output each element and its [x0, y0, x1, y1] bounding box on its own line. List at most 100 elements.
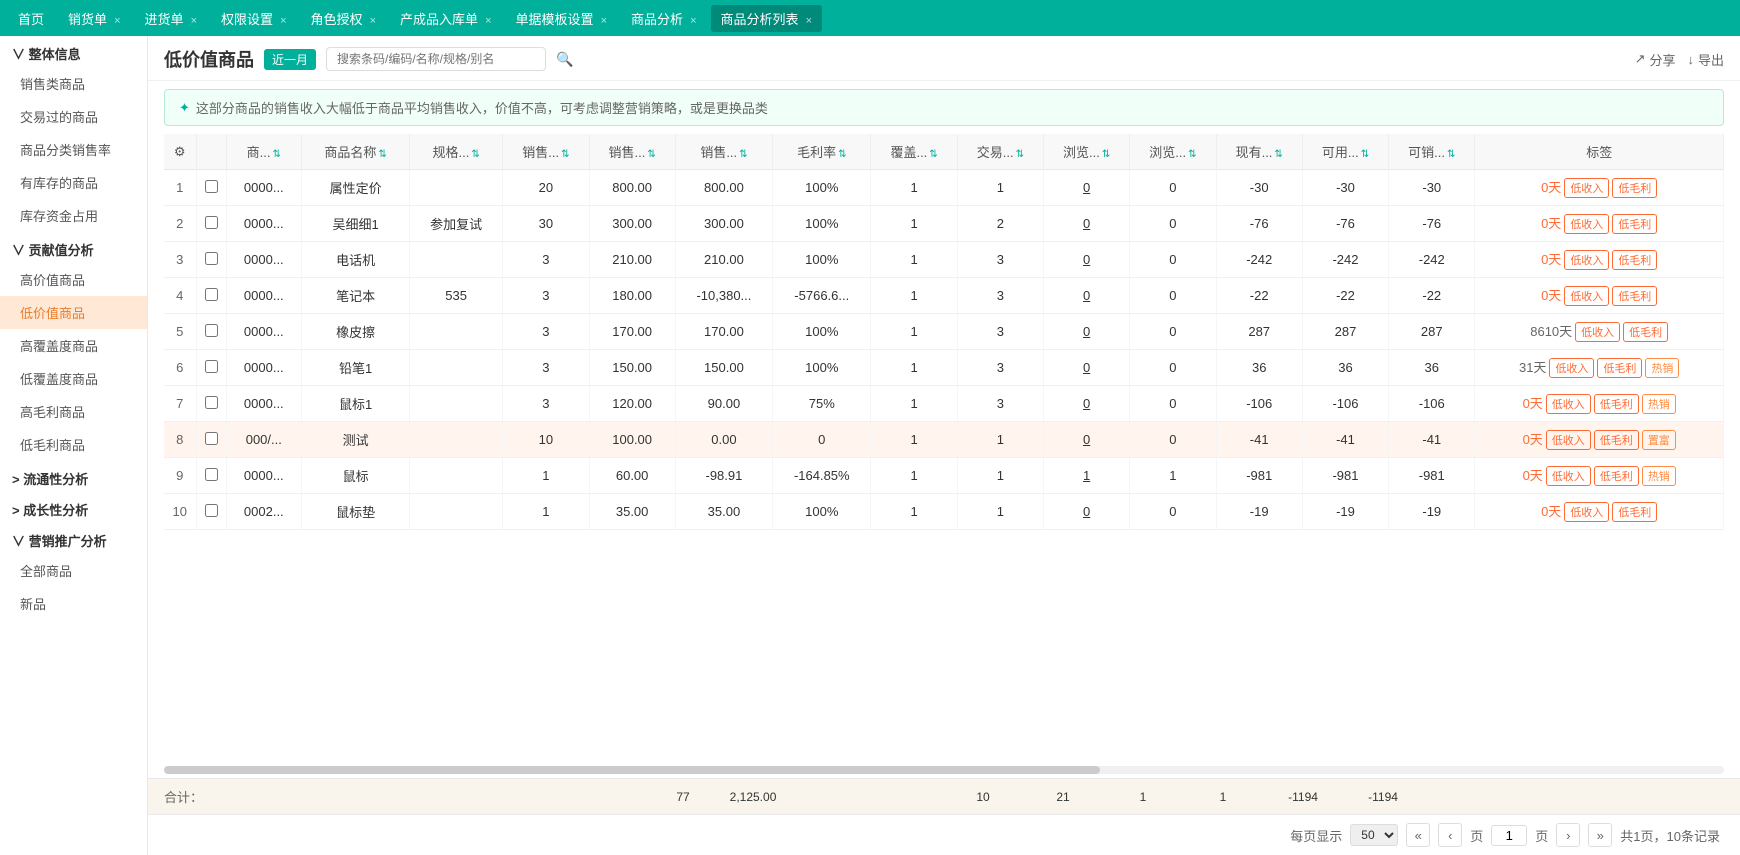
- col-header-10[interactable]: 交易...⇅: [957, 134, 1043, 170]
- sidebar-item-库存资金占用[interactable]: 库存资金占用: [0, 199, 147, 232]
- row-price1: 800.00: [612, 180, 652, 195]
- footer-label: 合计：: [164, 787, 203, 806]
- col-header-8[interactable]: 毛利率⇅: [773, 134, 871, 170]
- sort-icon-2[interactable]: ⇅: [273, 149, 281, 160]
- col-header-14[interactable]: 可用...⇅: [1302, 134, 1388, 170]
- sidebar-group-成长性分析[interactable]: > 成长性分析: [0, 492, 147, 523]
- sort-icon-10[interactable]: ⇅: [1016, 149, 1024, 160]
- col-header-2[interactable]: 商...⇅: [226, 134, 302, 170]
- row-checkbox-1[interactable]: [205, 180, 218, 193]
- sort-icon-13[interactable]: ⇅: [1274, 149, 1282, 160]
- page-number-input[interactable]: [1491, 825, 1527, 846]
- footer-price1: 2,125.00: [713, 790, 793, 804]
- col-header-11[interactable]: 浏览...⇅: [1044, 134, 1130, 170]
- last-page-btn[interactable]: »: [1588, 823, 1612, 847]
- sidebar-item-商品分类销售率[interactable]: 商品分类销售率: [0, 133, 147, 166]
- row-browse1[interactable]: 0: [1083, 504, 1090, 519]
- sidebar-item-低价值商品[interactable]: 低价值商品: [0, 296, 147, 329]
- sidebar-item-销售类商品[interactable]: 销售类商品: [0, 67, 147, 100]
- row-checkbox-5[interactable]: [205, 324, 218, 337]
- col-header-15[interactable]: 可销...⇅: [1389, 134, 1475, 170]
- sort-icon-15[interactable]: ⇅: [1447, 149, 1455, 160]
- sort-icon-14[interactable]: ⇅: [1361, 149, 1369, 160]
- row-price1: 35.00: [616, 504, 649, 519]
- nav-item-单据模板设置[interactable]: 单据模板设置 ×: [506, 5, 618, 32]
- sort-icon-7[interactable]: ⇅: [739, 149, 747, 160]
- row-code: 0000...: [244, 216, 284, 231]
- sort-icon-9[interactable]: ⇅: [929, 149, 937, 160]
- sort-icon-6[interactable]: ⇅: [647, 149, 655, 160]
- sort-icon-4[interactable]: ⇅: [471, 149, 479, 160]
- col-label-13: 现有...: [1236, 145, 1273, 160]
- row-name: 测试: [343, 433, 369, 448]
- row-browse1[interactable]: 0: [1083, 216, 1090, 231]
- col-label-10: 交易...: [977, 145, 1014, 160]
- sidebar-item-高覆盖度商品[interactable]: 高覆盖度商品: [0, 329, 147, 362]
- filter-tag[interactable]: 近一月: [264, 49, 316, 70]
- search-icon[interactable]: 🔍: [556, 51, 573, 68]
- search-input[interactable]: [326, 47, 546, 71]
- row-avail: 36: [1338, 360, 1352, 375]
- col-header-12[interactable]: 浏览...⇅: [1130, 134, 1216, 170]
- share-button[interactable]: ↗ 分享: [1635, 50, 1676, 69]
- row-checkbox-2[interactable]: [205, 216, 218, 229]
- sidebar-item-新品[interactable]: 新品: [0, 587, 147, 620]
- sidebar-item-全部商品[interactable]: 全部商品: [0, 554, 147, 587]
- col-header-4[interactable]: 规格...⇅: [410, 134, 503, 170]
- row-browse1[interactable]: 0: [1083, 252, 1090, 267]
- row-checkbox-7[interactable]: [205, 396, 218, 409]
- nav-item-销货单[interactable]: 销货单 ×: [58, 5, 131, 32]
- nav-item-角色授权[interactable]: 角色授权 ×: [301, 5, 387, 32]
- prev-page-btn[interactable]: ‹: [1438, 823, 1462, 847]
- nav-item-首页[interactable]: 首页: [8, 5, 54, 32]
- col-header-7[interactable]: 销售...⇅: [675, 134, 772, 170]
- sidebar-item-交易过的商品[interactable]: 交易过的商品: [0, 100, 147, 133]
- col-header-5[interactable]: 销售...⇅: [503, 134, 589, 170]
- row-browse1[interactable]: 0: [1083, 180, 1090, 195]
- col-header-6[interactable]: 销售...⇅: [589, 134, 675, 170]
- sidebar-item-高价值商品[interactable]: 高价值商品: [0, 263, 147, 296]
- row-browse1[interactable]: 0: [1083, 324, 1090, 339]
- sidebar-item-有库存的商品[interactable]: 有库存的商品: [0, 166, 147, 199]
- per-page-select[interactable]: 50: [1350, 824, 1398, 846]
- col-header-13[interactable]: 现有...⇅: [1216, 134, 1302, 170]
- row-days: 0天: [1541, 504, 1561, 519]
- nav-item-权限设置[interactable]: 权限设置 ×: [211, 5, 297, 32]
- sidebar-item-高毛利商品[interactable]: 高毛利商品: [0, 395, 147, 428]
- row-browse1[interactable]: 0: [1083, 360, 1090, 375]
- sidebar-group-整体信息[interactable]: ∨ 整体信息: [0, 36, 147, 67]
- sort-icon-12[interactable]: ⇅: [1188, 149, 1196, 160]
- row-browse1[interactable]: 0: [1083, 396, 1090, 411]
- row-checkbox-9[interactable]: [205, 468, 218, 481]
- row-checkbox-4[interactable]: [205, 288, 218, 301]
- row-browse1[interactable]: 1: [1083, 468, 1090, 483]
- row-checkbox-3[interactable]: [205, 252, 218, 265]
- table-row: 20000...吴细细1参加复试30300.00300.00100%1200-7…: [164, 206, 1724, 242]
- row-browse1[interactable]: 0: [1083, 288, 1090, 303]
- row-browse1[interactable]: 0: [1083, 432, 1090, 447]
- total-records: 共1页，10条记录: [1620, 826, 1720, 845]
- next-page-btn[interactable]: ›: [1556, 823, 1580, 847]
- nav-item-产成品入库单[interactable]: 产成品入库单 ×: [390, 5, 502, 32]
- sort-icon-5[interactable]: ⇅: [561, 149, 569, 160]
- row-checkbox-6[interactable]: [205, 360, 218, 373]
- row-checkbox-8[interactable]: [205, 432, 218, 445]
- nav-item-进货单[interactable]: 进货单 ×: [135, 5, 208, 32]
- sidebar-item-低毛利商品[interactable]: 低毛利商品: [0, 428, 147, 461]
- row-checkbox-10[interactable]: [205, 504, 218, 517]
- col-header-3[interactable]: 商品名称⇅: [302, 134, 410, 170]
- sidebar-group-贡献值分析[interactable]: ∨ 贡献值分析: [0, 232, 147, 263]
- row-browse2: 0: [1169, 504, 1176, 519]
- sidebar-item-低覆盖度商品[interactable]: 低覆盖度商品: [0, 362, 147, 395]
- col-header-9[interactable]: 覆盖...⇅: [871, 134, 957, 170]
- sort-icon-8[interactable]: ⇅: [838, 149, 846, 160]
- nav-item-商品分析[interactable]: 商品分析 ×: [621, 5, 707, 32]
- sidebar-group-流通性分析[interactable]: > 流通性分析: [0, 461, 147, 492]
- first-page-btn[interactable]: «: [1406, 823, 1430, 847]
- nav-item-商品分析列表[interactable]: 商品分析列表 ×: [711, 5, 823, 32]
- sort-icon-11[interactable]: ⇅: [1102, 149, 1110, 160]
- export-button[interactable]: ↓ 导出: [1687, 50, 1724, 69]
- sort-icon-3[interactable]: ⇅: [378, 149, 386, 160]
- sidebar-group-营销推广分析[interactable]: ∨ 营销推广分析: [0, 523, 147, 554]
- row-stock: -41: [1250, 432, 1269, 447]
